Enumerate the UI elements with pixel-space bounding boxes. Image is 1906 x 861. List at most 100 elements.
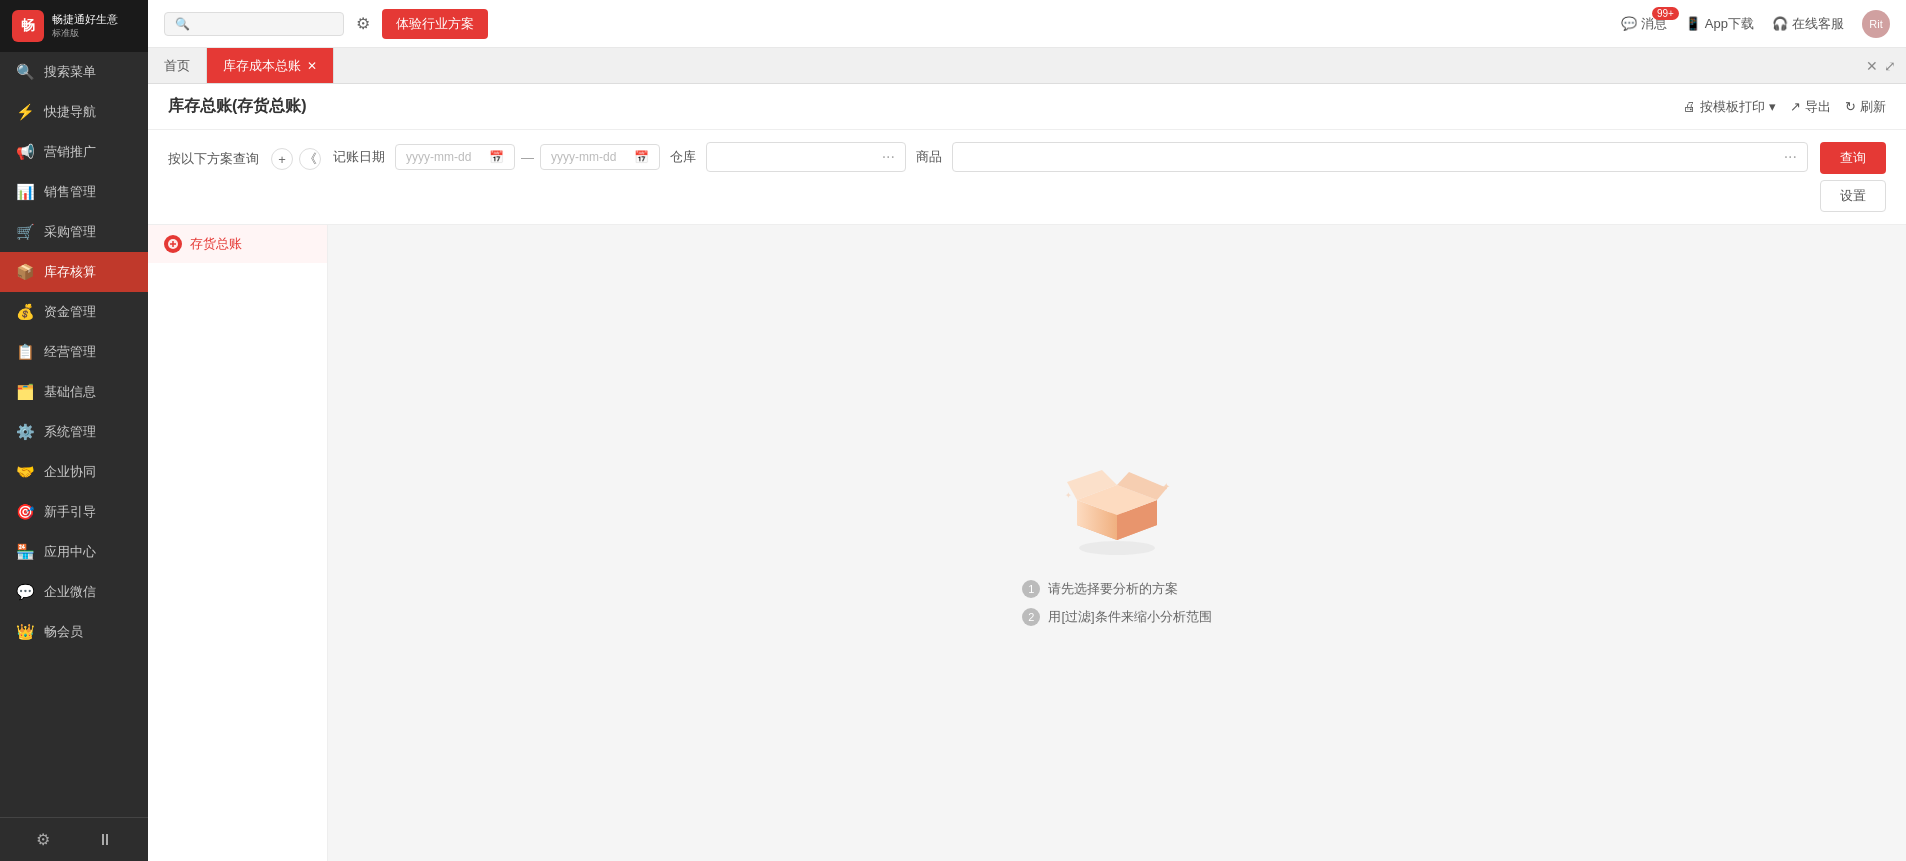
system-icon: ⚙️ [16, 423, 34, 441]
member-icon: 👑 [16, 623, 34, 641]
goods-more-icon[interactable]: ··· [1784, 148, 1797, 166]
headset-icon: 🎧 [1772, 16, 1788, 31]
sidebar-item-label: 搜索菜单 [44, 63, 96, 81]
inventory-icon: 📦 [16, 263, 34, 281]
industry-btn[interactable]: 体验行业方案 [382, 9, 488, 39]
empty-state: ✦ ✦ 1 请先选择要分析的方案 2 用[过滤]条件来缩小分析范围 [1022, 460, 1211, 626]
sidebar-item-label: 系统管理 [44, 423, 96, 441]
date-from-input[interactable]: yyyy-mm-dd 📅 [395, 144, 515, 170]
main-area: 🔍 ⚙ 体验行业方案 💬 消息 99+ 📱 App下载 🎧 在线客服 Rit [148, 0, 1906, 861]
tab-panel-expand-icon[interactable]: ⤢ [1884, 58, 1896, 74]
sidebar-item-label: 快捷导航 [44, 103, 96, 121]
sidebar-item-purchase[interactable]: 🛒 采购管理 [0, 212, 148, 252]
sidebar-item-inventory[interactable]: 📦 库存核算 [0, 252, 148, 292]
sidebar-item-label: 畅会员 [44, 623, 83, 641]
export-btn[interactable]: ↗ 导出 [1790, 98, 1831, 116]
settings-btn[interactable]: 设置 [1820, 180, 1886, 212]
filter-row-1: 记账日期 yyyy-mm-dd 📅 — yyyy-mm-dd 📅 仓库 [333, 142, 1808, 172]
message-btn[interactable]: 💬 消息 99+ [1621, 15, 1667, 33]
sidebar-item-label: 基础信息 [44, 383, 96, 401]
warehouse-more-icon[interactable]: ··· [882, 148, 895, 166]
filter-close-btn[interactable]: 《 [299, 148, 321, 170]
sidebar-item-label: 经营管理 [44, 343, 96, 361]
print-btn[interactable]: 🖨 按模板打印 ▾ [1683, 98, 1776, 116]
collapse-footer-btn[interactable]: ⏸ [97, 831, 113, 849]
page-header-actions: 🖨 按模板打印 ▾ ↗ 导出 ↻ 刷新 [1683, 98, 1886, 116]
main-content: ✦ ✦ 1 请先选择要分析的方案 2 用[过滤]条件来缩小分析范围 [328, 225, 1906, 861]
sidebar-item-label: 企业协同 [44, 463, 96, 481]
finance-icon: 💰 [16, 303, 34, 321]
calendar-to-icon[interactable]: 📅 [634, 150, 649, 164]
tab-close-icon[interactable]: ✕ [307, 59, 317, 73]
sidebar-item-system[interactable]: ⚙️ 系统管理 [0, 412, 148, 452]
topbar-search[interactable]: 🔍 [164, 12, 344, 36]
sidebar: 畅 畅捷通好生意 标准版 🔍 搜索菜单 ⚡ 快捷导航 📢 营销推广 📊 销售管理… [0, 0, 148, 861]
basic-icon: 🗂️ [16, 383, 34, 401]
refresh-btn[interactable]: ↻ 刷新 [1845, 98, 1886, 116]
refresh-icon: ↻ [1845, 99, 1856, 114]
hint-text-1: 请先选择要分析的方案 [1048, 580, 1178, 598]
app-badge: 标准版 [52, 27, 118, 40]
settings-footer-btn[interactable]: ⚙ [36, 830, 50, 849]
filter-add-btns: + 《 [271, 142, 321, 170]
logo-icon: 畅 [12, 10, 44, 42]
sidebar-item-label: 应用中心 [44, 543, 96, 561]
enterprise-icon: 🤝 [16, 463, 34, 481]
message-icon: 💬 [1621, 16, 1637, 31]
sidebar-nav: 🔍 搜索菜单 ⚡ 快捷导航 📢 营销推广 📊 销售管理 🛒 采购管理 📦 库存核… [0, 52, 148, 817]
sidebar-item-label: 营销推广 [44, 143, 96, 161]
tab-inventory-cost[interactable]: 库存成本总账 ✕ [207, 48, 334, 83]
sidebar-item-basic[interactable]: 🗂️ 基础信息 [0, 372, 148, 412]
search-icon: 🔍 [16, 63, 34, 81]
hint-row-2: 2 用[过滤]条件来缩小分析范围 [1022, 608, 1211, 626]
topbar: 🔍 ⚙ 体验行业方案 💬 消息 99+ 📱 App下载 🎧 在线客服 Rit [148, 0, 1906, 48]
sidebar-item-search[interactable]: 🔍 搜索菜单 [0, 52, 148, 92]
calendar-from-icon[interactable]: 📅 [489, 150, 504, 164]
tab-panel-close-icon[interactable]: ✕ [1866, 58, 1878, 74]
print-dropdown-icon: ▾ [1769, 99, 1776, 114]
sidebar-item-enterprise[interactable]: 🤝 企业协同 [0, 452, 148, 492]
sidebar-item-sales[interactable]: 📊 销售管理 [0, 172, 148, 212]
svg-text:✦: ✦ [1065, 491, 1072, 500]
page-title: 库存总账(存货总账) [168, 96, 307, 117]
sidebar-item-quicknav[interactable]: ⚡ 快捷导航 [0, 92, 148, 132]
sidebar-item-operation[interactable]: 📋 经营管理 [0, 332, 148, 372]
marketing-icon: 📢 [16, 143, 34, 161]
hint-text-2: 用[过滤]条件来缩小分析范围 [1048, 608, 1211, 626]
sidebar-item-appstore[interactable]: 🏪 应用中心 [0, 532, 148, 572]
filter-add-btn[interactable]: + [271, 148, 293, 170]
sidebar-item-member[interactable]: 👑 畅会员 [0, 612, 148, 652]
online-service-btn[interactable]: 🎧 在线客服 [1772, 15, 1844, 33]
sidebar-item-finance[interactable]: 💰 资金管理 [0, 292, 148, 332]
plan-sidebar: 存货总账 [148, 225, 328, 861]
plan-sidebar-item-stock-ledger[interactable]: 存货总账 [148, 225, 327, 263]
app-name: 畅捷通好生意 [52, 12, 118, 27]
user-avatar[interactable]: Rit [1862, 10, 1890, 38]
hint-num-2: 2 [1022, 608, 1040, 626]
query-btn[interactable]: 查询 [1820, 142, 1886, 174]
sidebar-item-marketing[interactable]: 📢 营销推广 [0, 132, 148, 172]
empty-illustration: ✦ ✦ [1057, 460, 1177, 560]
app-download-btn[interactable]: 📱 App下载 [1685, 15, 1754, 33]
content-area: 库存总账(存货总账) 🖨 按模板打印 ▾ ↗ 导出 ↻ 刷新 按以下方案查询 [148, 84, 1906, 861]
plan-item-label: 存货总账 [190, 235, 242, 253]
date-label: 记账日期 [333, 148, 385, 166]
purchase-icon: 🛒 [16, 223, 34, 241]
sales-icon: 📊 [16, 183, 34, 201]
hint-num-1: 1 [1022, 580, 1040, 598]
goods-label: 商品 [916, 148, 942, 166]
sidebar-item-label: 库存核算 [44, 263, 96, 281]
svg-text:✦: ✦ [1162, 481, 1170, 492]
sidebar-item-label: 新手引导 [44, 503, 96, 521]
tab-home[interactable]: 首页 [148, 48, 207, 83]
warehouse-input[interactable]: ··· [706, 142, 906, 172]
sidebar-item-guide[interactable]: 🎯 新手引导 [0, 492, 148, 532]
date-to-input[interactable]: yyyy-mm-dd 📅 [540, 144, 660, 170]
phone-icon: 📱 [1685, 16, 1701, 31]
export-icon: ↗ [1790, 99, 1801, 114]
topbar-right: 💬 消息 99+ 📱 App下载 🎧 在线客服 Rit [1621, 10, 1890, 38]
filter-area: 按以下方案查询 + 《 记账日期 yyyy-mm-dd 📅 — yyyy-mm [148, 130, 1906, 225]
sidebar-item-weixin[interactable]: 💬 企业微信 [0, 572, 148, 612]
topbar-gear-icon[interactable]: ⚙ [356, 14, 370, 33]
goods-input[interactable]: ··· [952, 142, 1808, 172]
